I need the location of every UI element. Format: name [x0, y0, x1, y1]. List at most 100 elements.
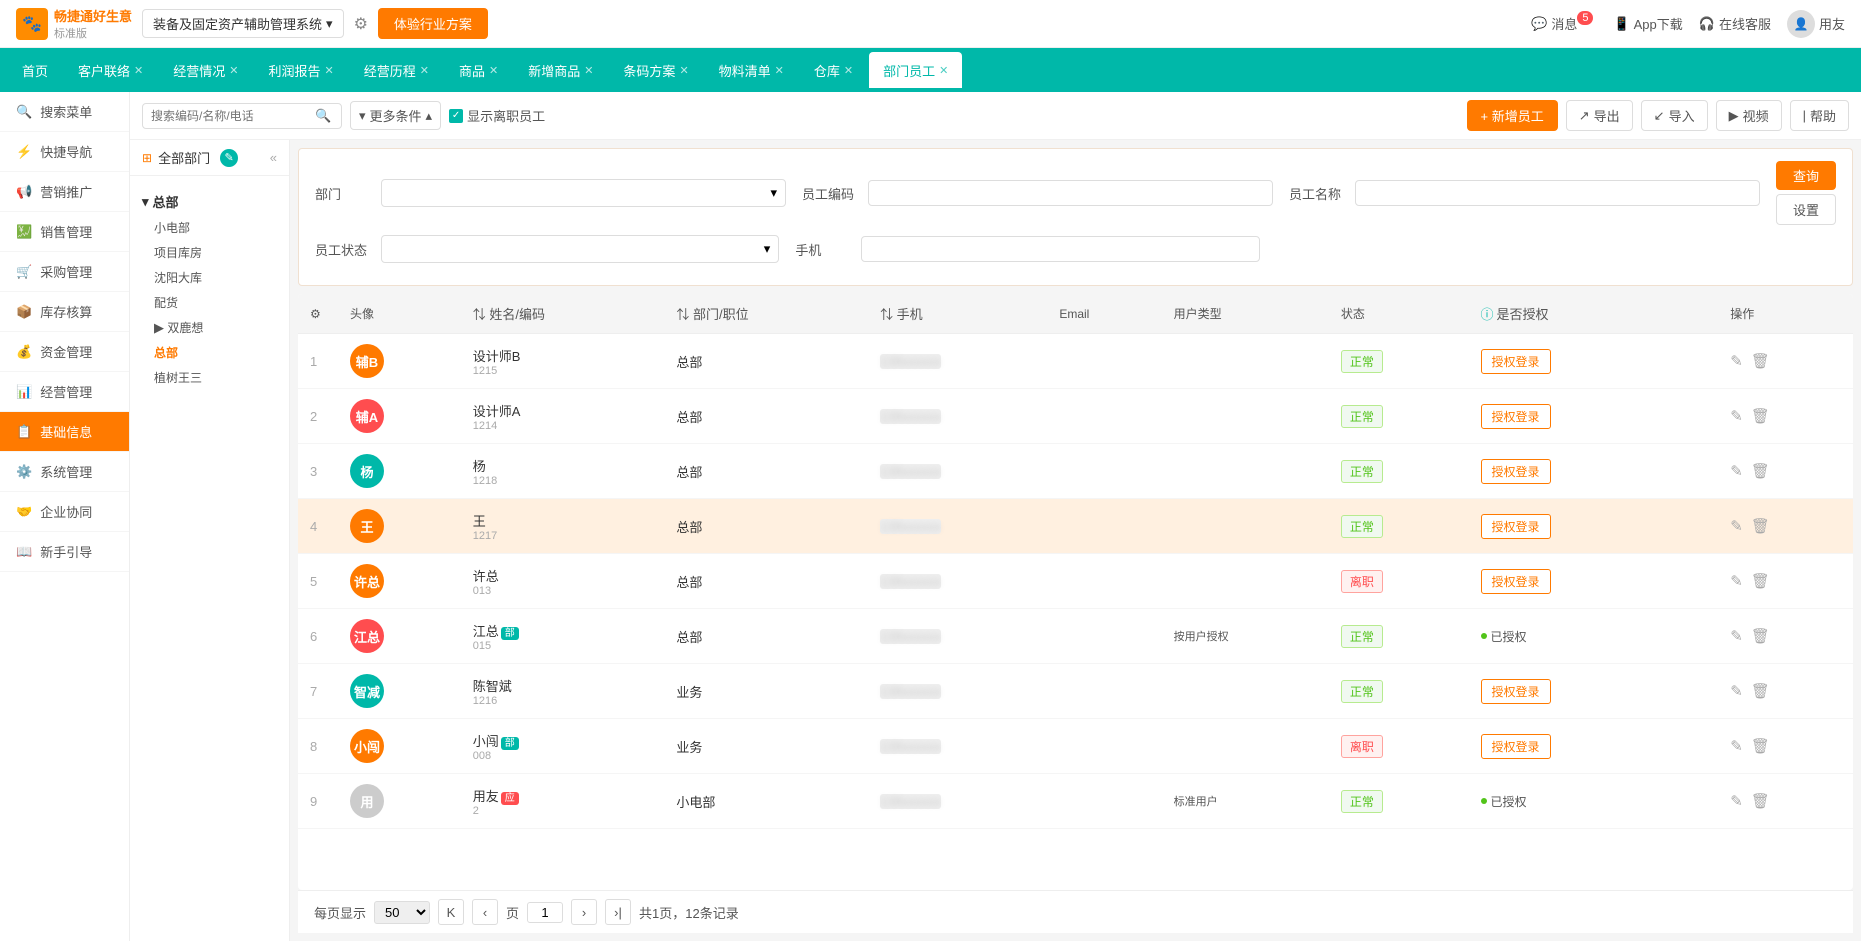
dept-header-zongbu[interactable]: ▾ 总部	[130, 188, 289, 215]
first-page-button[interactable]: K	[438, 899, 464, 925]
sidebar-item-basic-info[interactable]: 📋 基础信息	[0, 412, 129, 452]
tab-customer[interactable]: 客户联络✕	[64, 52, 157, 88]
search-bar[interactable]: 🔍	[142, 103, 342, 129]
delete-icon[interactable]: 🗑	[1751, 682, 1770, 700]
last-page-button[interactable]: ›|	[605, 899, 631, 925]
tab-warehouse[interactable]: 仓库✕	[800, 52, 867, 88]
col-settings[interactable]: ⚙	[298, 294, 338, 334]
edit-icon[interactable]: ✎	[1730, 792, 1743, 810]
edit-icon[interactable]: ✎	[1730, 682, 1743, 700]
tab-goods[interactable]: 商品✕	[445, 52, 512, 88]
delete-icon[interactable]: 🗑	[1751, 627, 1770, 645]
auth-button[interactable]: 授权登录	[1481, 349, 1551, 374]
edit-icon[interactable]: ✎	[1730, 627, 1743, 645]
auth-button[interactable]: 授权登录	[1481, 459, 1551, 484]
dept-select[interactable]: ▾	[381, 179, 786, 207]
dept-item-project[interactable]: 项目库房	[130, 240, 289, 265]
user-item[interactable]: 👤 用友	[1787, 10, 1845, 38]
tab-history[interactable]: 经营历程✕	[350, 52, 443, 88]
page-number-input[interactable]	[527, 902, 563, 923]
dept-item-xiaodian[interactable]: 小电部	[130, 215, 289, 240]
row-user-type	[1162, 719, 1329, 774]
sidebar-item-guide[interactable]: 📖 新手引导	[0, 532, 129, 572]
auth-button[interactable]: 授权登录	[1481, 404, 1551, 429]
edit-icon[interactable]: ✎	[1730, 517, 1743, 535]
app-download-item[interactable]: 📱 App下载	[1613, 14, 1682, 33]
sidebar-item-sales[interactable]: 💹 销售管理	[0, 212, 129, 252]
tab-add-goods[interactable]: 新增商品✕	[514, 52, 607, 88]
delete-icon[interactable]: 🗑	[1751, 462, 1770, 480]
add-employee-button[interactable]: + 新增员工	[1467, 100, 1558, 131]
tab-employees[interactable]: 部门员工✕	[869, 52, 962, 88]
auth-button[interactable]: 授权登录	[1481, 679, 1551, 704]
sidebar-item-collab[interactable]: 🤝 企业协同	[0, 492, 129, 532]
delete-icon[interactable]: 🗑	[1751, 407, 1770, 425]
sidebar-item-purchase[interactable]: 🛒 采购管理	[0, 252, 129, 292]
sidebar-item-marketing[interactable]: 📢 营销推广	[0, 172, 129, 212]
col-phone[interactable]: ⇅ 手机	[868, 294, 1047, 334]
export-button[interactable]: ↗ 导出	[1566, 100, 1633, 131]
dept-item-shenyang[interactable]: 沈阳大库	[130, 265, 289, 290]
prev-page-button[interactable]: ‹	[472, 899, 498, 925]
trial-button[interactable]: 体验行业方案	[378, 8, 488, 39]
phone-input[interactable]	[861, 236, 1259, 262]
edit-icon[interactable]: ✎	[1730, 737, 1743, 755]
sidebar-item-shortcut[interactable]: ⚡ 快捷导航	[0, 132, 129, 172]
auth-button[interactable]: 授权登录	[1481, 514, 1551, 539]
row-name: 用友应 2	[461, 774, 665, 829]
dept-item-peihuo[interactable]: 配货	[130, 290, 289, 315]
search-input[interactable]	[151, 109, 311, 123]
delete-icon[interactable]: 🗑	[1751, 737, 1770, 755]
auth-button[interactable]: 授权登录	[1481, 569, 1551, 594]
import-button[interactable]: ↙ 导入	[1641, 100, 1708, 131]
collapse-icon[interactable]: «	[270, 150, 277, 165]
delete-icon[interactable]: 🗑	[1751, 792, 1770, 810]
system-title[interactable]: 装备及固定资产辅助管理系统 ▾	[142, 9, 344, 38]
set-button[interactable]: 设置	[1776, 194, 1836, 225]
next-page-button[interactable]: ›	[571, 899, 597, 925]
delete-icon[interactable]: 🗑	[1751, 352, 1770, 370]
view-button[interactable]: ▶ 视频	[1716, 100, 1782, 131]
tab-business-status[interactable]: 经营情况✕	[159, 52, 252, 88]
show-resigned-toggle[interactable]: ✓ 显示离职员工	[449, 106, 545, 125]
sidebar-item-operations[interactable]: 📊 经营管理	[0, 372, 129, 412]
message-item[interactable]: 💬 消息 5	[1531, 14, 1597, 33]
online-service-item[interactable]: 🎧 在线客服	[1699, 14, 1771, 33]
row-name: 江总部 015	[461, 609, 665, 664]
dept-item-zhishu[interactable]: 植树王三	[130, 365, 289, 390]
tab-profit[interactable]: 利润报告✕	[254, 52, 347, 88]
basic-info-icon: 📋	[16, 424, 32, 440]
edit-icon[interactable]: ✎	[1730, 407, 1743, 425]
delete-icon[interactable]: 🗑	[1751, 517, 1770, 535]
emp-status-select[interactable]: ▾	[381, 235, 779, 263]
help-icon: |	[1803, 108, 1806, 123]
col-name[interactable]: ⇅ 姓名/编码	[461, 294, 665, 334]
sidebar-item-finance[interactable]: 💰 资金管理	[0, 332, 129, 372]
tab-bom[interactable]: 物料清单✕	[705, 52, 798, 88]
sidebar-item-inventory[interactable]: 📦 库存核算	[0, 292, 129, 332]
sidebar-item-search[interactable]: 🔍 搜索菜单	[0, 92, 129, 132]
emp-code-input[interactable]	[868, 180, 1273, 206]
auth-button[interactable]: 授权登录	[1481, 734, 1551, 759]
help-button[interactable]: | 帮助	[1790, 100, 1849, 131]
delete-icon[interactable]: 🗑	[1751, 572, 1770, 590]
dept-item-zongbu[interactable]: 总部	[130, 340, 289, 365]
table-row: 1 辅B 设计师B 1215 总部 138xxxxxx 正常 授权登录	[298, 334, 1853, 389]
row-dept: 总部	[664, 334, 868, 389]
edit-icon[interactable]: ✎	[1730, 352, 1743, 370]
row-avatar: 用	[338, 774, 461, 829]
tab-barcode[interactable]: 条码方案✕	[609, 52, 702, 88]
per-page-select[interactable]: 50 20 100	[374, 901, 430, 924]
col-dept[interactable]: ⇅ 部门/职位	[664, 294, 868, 334]
edit-icon[interactable]: ✎	[1730, 462, 1743, 480]
right-panel: 部门 ▾ 员工编码 员工名称	[290, 140, 1861, 941]
sidebar-item-system[interactable]: ⚙️ 系统管理	[0, 452, 129, 492]
chevron-right-icon: ▶	[154, 320, 164, 335]
settings-icon[interactable]: ⚙	[354, 14, 368, 34]
query-button[interactable]: 查询	[1776, 161, 1836, 190]
edit-icon[interactable]: ✎	[1730, 572, 1743, 590]
emp-name-input[interactable]	[1355, 180, 1760, 206]
tab-home[interactable]: 首页	[8, 52, 62, 88]
dept-item-shuangluxiang[interactable]: ▶ 双鹿想	[130, 315, 289, 340]
more-conditions-btn[interactable]: ▾ 更多条件 ▴	[350, 101, 441, 130]
